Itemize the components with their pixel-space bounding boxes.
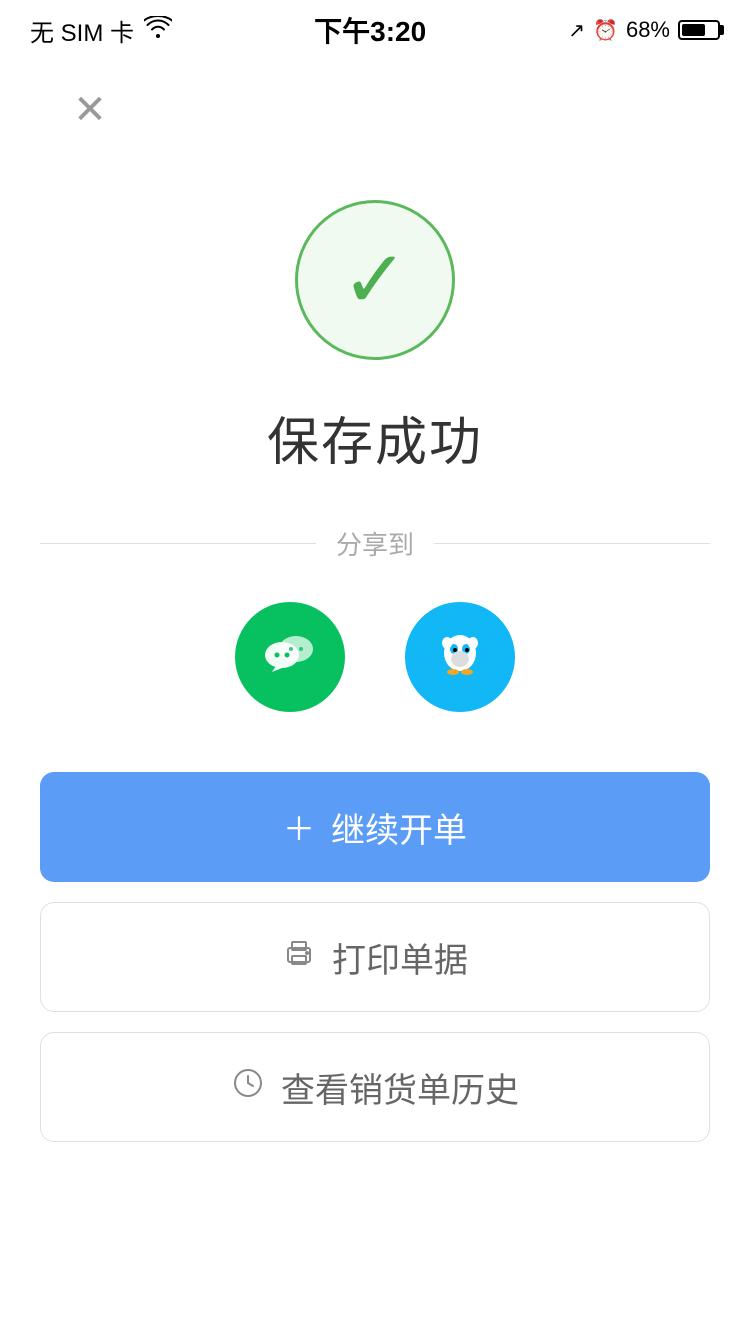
share-divider: 分享到 [40, 525, 710, 562]
divider-line-left [40, 543, 316, 544]
battery-fill [682, 24, 705, 36]
share-divider-text: 分享到 [336, 525, 414, 562]
action-buttons: ＋ 继续开单 打印单据 查看销货单历史 [40, 772, 710, 1142]
continue-button[interactable]: ＋ 继续开单 [40, 772, 710, 882]
status-bar: 无 SIM 卡 下午3:20 ↗ ⏰ 68% [0, 0, 750, 60]
close-icon: ✕ [73, 90, 107, 130]
status-time: 下午3:20 [314, 10, 426, 50]
checkmark-icon: ✓ [341, 240, 408, 320]
wechat-share-button[interactable] [235, 602, 345, 712]
status-left: 无 SIM 卡 [30, 13, 172, 48]
success-title: 保存成功 [267, 400, 483, 475]
page-content: ✕ ✓ 保存成功 分享到 [0, 60, 750, 1334]
status-right: ↗ ⏰ 68% [568, 17, 720, 43]
history-icon [231, 1066, 265, 1108]
sim-text: 无 SIM 卡 [30, 13, 134, 48]
plus-icon: ＋ [283, 804, 315, 850]
wifi-icon [144, 16, 172, 45]
qq-icon [428, 625, 492, 689]
print-button[interactable]: 打印单据 [40, 902, 710, 1012]
close-button[interactable]: ✕ [60, 80, 120, 140]
qq-share-button[interactable] [405, 602, 515, 712]
history-label: 查看销货单历史 [281, 1063, 519, 1112]
wechat-icon [258, 625, 322, 689]
printer-icon [282, 936, 316, 978]
battery-bar [678, 20, 720, 40]
battery-percent: 68% [626, 17, 670, 43]
success-icon-circle: ✓ [295, 200, 455, 360]
history-button[interactable]: 查看销货单历史 [40, 1032, 710, 1142]
continue-label: 继续开单 [331, 803, 467, 852]
alarm-icon: ⏰ [593, 18, 618, 43]
share-icons [235, 602, 515, 712]
divider-line-right [434, 543, 710, 544]
location-icon: ↗ [568, 18, 585, 43]
print-label: 打印单据 [332, 933, 468, 982]
